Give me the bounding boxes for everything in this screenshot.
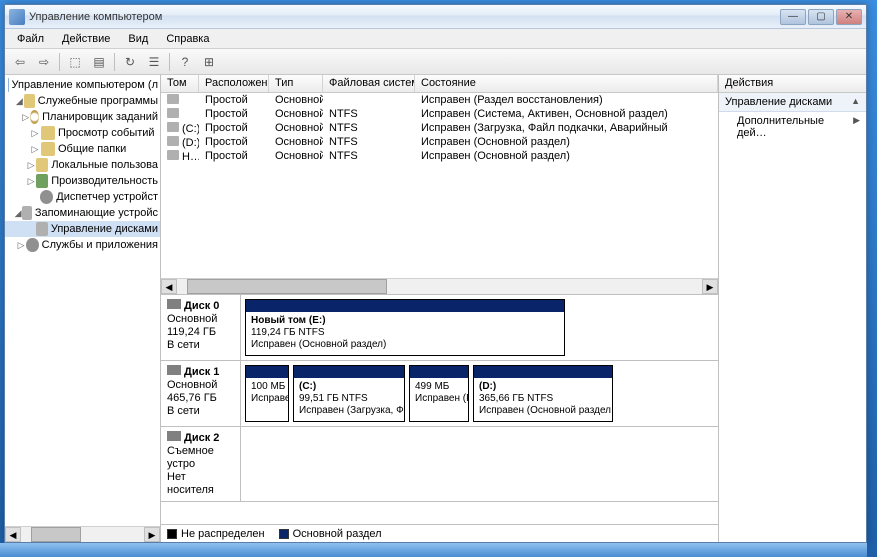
partition[interactable]: (C:)99,51 ГБ NTFSИсправен (Загрузка, Фай [293,365,405,422]
chevron-right-icon: ▶ [853,115,860,139]
disk-info[interactable]: Диск 1Основной465,76 ГБВ сети [161,361,241,426]
taskbar[interactable] [0,543,867,557]
computer-icon [8,78,9,92]
menu-action[interactable]: Действие [54,31,118,47]
list-button[interactable]: ☰ [143,51,165,73]
folder-icon [41,142,55,156]
main-window: Управление компьютером — ▢ ✕ Файл Действ… [4,4,867,543]
close-button[interactable]: ✕ [836,9,862,25]
disk-row: Диск 1Основной465,76 ГБВ сети100 МБ !Исп… [161,361,718,427]
tree-scrollbar[interactable]: ◀ ▶ [5,526,160,542]
drive-icon [167,365,181,375]
volume-icon [167,122,179,132]
tree-disk-mgmt[interactable]: Управление дисками [5,221,160,237]
maximize-button[interactable]: ▢ [808,9,834,25]
legend-primary: Основной раздел [279,528,382,540]
disk-partitions: Новый том (E:)119,24 ГБ NTFSИсправен (Ос… [241,295,718,360]
menubar: Файл Действие Вид Справка [5,29,866,49]
disk-row: Диск 0Основной119,24 ГБВ сетиНовый том (… [161,295,718,361]
tree-storage[interactable]: ◢ Запоминающие устройс [5,205,160,221]
minimize-button[interactable]: — [780,9,806,25]
window-buttons: — ▢ ✕ [780,9,862,25]
chevron-up-icon: ▲ [851,96,860,108]
tree-system-tools[interactable]: ◢ Служебные программы [5,93,160,109]
clock-icon [30,110,39,124]
toolbar: ⇦ ⇨ ⬚ ▤ ↻ ☰ ? ⊞ [5,49,866,75]
up-button[interactable]: ⬚ [64,51,86,73]
forward-button[interactable]: ⇨ [33,51,55,73]
services-icon [26,238,38,252]
volume-row[interactable]: Н…ПростойОсновнойNTFSИсправен (Основной … [161,149,718,163]
legend: Не распределен Основной раздел [161,524,718,542]
actions-panel: Действия Управление дисками ▲ Дополнител… [718,75,866,542]
volume-row[interactable]: ПростойОсновнойNTFSИсправен (Система, Ак… [161,107,718,121]
volume-icon [167,94,179,104]
volume-list: Том Расположение Тип Файловая система Со… [161,75,718,295]
volume-scrollbar[interactable]: ◀ ▶ [161,278,718,294]
perf-icon [36,174,48,188]
app-icon [9,9,25,25]
legend-unallocated: Не распределен [167,528,265,540]
volume-row[interactable]: ПростойОсновнойИсправен (Раздел восстано… [161,93,718,107]
nav-tree: Управление компьютером (л ◢ Служебные пр… [5,75,160,255]
disk-partitions: 100 МБ !Исправен(C:)99,51 ГБ NTFSИсправе… [241,361,718,426]
tree-task-scheduler[interactable]: ▷ Планировщик заданий [5,109,160,125]
volume-rows: ПростойОсновнойИсправен (Раздел восстано… [161,93,718,163]
drive-icon [167,299,181,309]
refresh-button[interactable]: ↻ [119,51,141,73]
drive-icon [167,431,181,441]
tree-root[interactable]: Управление компьютером (л [5,77,160,93]
help-button[interactable]: ? [174,51,196,73]
partition[interactable]: Новый том (E:)119,24 ГБ NTFSИсправен (Ос… [245,299,565,356]
disk-map: Диск 0Основной119,24 ГБВ сетиНовый том (… [161,295,718,524]
volume-icon [167,150,179,160]
center-panel: Том Расположение Тип Файловая система Со… [161,75,718,542]
tree-services[interactable]: ▷ Службы и приложения [5,237,160,253]
event-icon [41,126,55,140]
content-area: Управление компьютером (л ◢ Служебные пр… [5,75,866,542]
disk-row: Диск 2Съемное устроНет носителя [161,427,718,502]
tree-local-users[interactable]: ▷ Локальные пользова [5,157,160,173]
col-tom[interactable]: Том [161,75,199,92]
tools-icon [24,94,35,108]
menu-file[interactable]: Файл [9,31,52,47]
menu-view[interactable]: Вид [120,31,156,47]
back-button[interactable]: ⇦ [9,51,31,73]
tree-panel: Управление компьютером (л ◢ Служебные пр… [5,75,161,542]
menu-help[interactable]: Справка [158,31,217,47]
device-icon [40,190,54,204]
actions-more[interactable]: Дополнительные дей… ▶ [719,112,866,142]
tree-performance[interactable]: ▷ Производительность [5,173,160,189]
tree-event-viewer[interactable]: ▷ Просмотр событий [5,125,160,141]
tree-shared-folders[interactable]: ▷ Общие папки [5,141,160,157]
actions-header: Действия [719,75,866,93]
volume-row[interactable]: (C:)ПростойОсновнойNTFSИсправен (Загрузк… [161,121,718,135]
extra-button[interactable]: ⊞ [198,51,220,73]
disk-info[interactable]: Диск 0Основной119,24 ГБВ сети [161,295,241,360]
disk-icon [36,222,48,236]
partition[interactable]: (D:)365,66 ГБ NTFSИсправен (Основной раз… [473,365,613,422]
col-layout[interactable]: Расположение [199,75,269,92]
storage-icon [22,206,32,220]
partition[interactable]: 100 МБ !Исправен [245,365,289,422]
col-status[interactable]: Состояние [415,75,718,92]
tree-device-manager[interactable]: Диспетчер устройст [5,189,160,205]
volume-header: Том Расположение Тип Файловая система Со… [161,75,718,93]
col-fs[interactable]: Файловая система [323,75,415,92]
disk-info[interactable]: Диск 2Съемное устроНет носителя [161,427,241,501]
volume-icon [167,136,179,146]
volume-row[interactable]: (D:)ПростойОсновнойNTFSИсправен (Основно… [161,135,718,149]
col-type[interactable]: Тип [269,75,323,92]
actions-section[interactable]: Управление дисками ▲ [719,93,866,112]
partition[interactable]: 499 МБИсправен (Р [409,365,469,422]
disk-partitions [241,427,718,501]
props-button[interactable]: ▤ [88,51,110,73]
volume-icon [167,108,179,118]
users-icon [36,158,48,172]
titlebar: Управление компьютером — ▢ ✕ [5,5,866,29]
window-title: Управление компьютером [29,11,780,23]
